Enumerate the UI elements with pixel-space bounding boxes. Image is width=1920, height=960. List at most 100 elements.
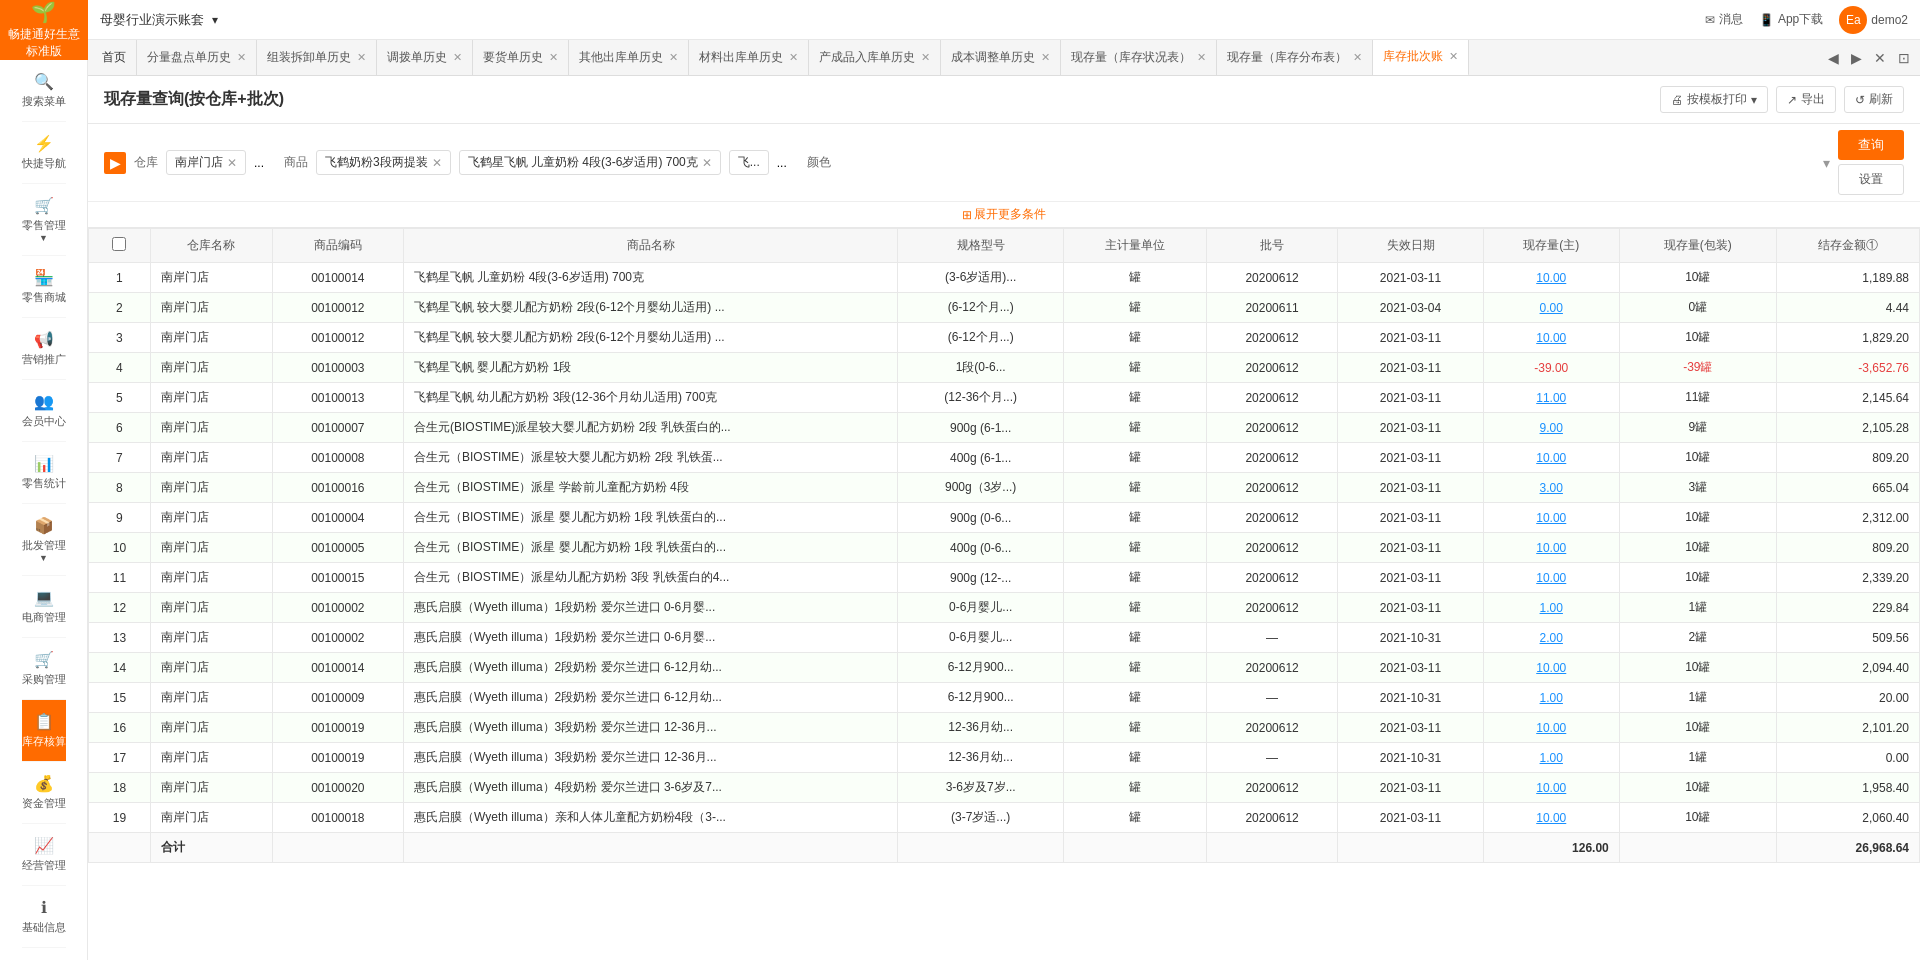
cell-qty-main-6[interactable]: 10.00 <box>1483 443 1619 473</box>
tab-5[interactable]: 其他出库单历史✕ <box>569 40 689 76</box>
cell-batch-8: 20200612 <box>1206 503 1337 533</box>
sidebar-item-9[interactable]: 🛒采购管理 <box>22 638 66 700</box>
sidebar-item-10[interactable]: 📋库存核算 <box>22 700 66 762</box>
tab-close-all[interactable]: ✕ <box>1868 50 1892 66</box>
print-button[interactable]: 🖨 按模板打印 ▾ <box>1660 86 1768 113</box>
sidebar-item-13[interactable]: ℹ基础信息 <box>22 886 66 948</box>
query-button[interactable]: 查询 <box>1838 130 1904 160</box>
tab-7[interactable]: 产成品入库单历史✕ <box>809 40 941 76</box>
cell-batch-0: 20200612 <box>1206 263 1337 293</box>
tab-close-8[interactable]: ✕ <box>1041 51 1050 64</box>
product-tag-2-close[interactable]: ✕ <box>702 156 712 170</box>
sidebar-icon-11: 💰 <box>34 774 54 793</box>
cell-qty-main-13[interactable]: 10.00 <box>1483 653 1619 683</box>
tab-close-2[interactable]: ✕ <box>357 51 366 64</box>
cell-qty-main-14[interactable]: 1.00 <box>1483 683 1619 713</box>
sidebar-item-3[interactable]: 🏪零售商城 <box>22 256 66 318</box>
cell-qty-main-4[interactable]: 11.00 <box>1483 383 1619 413</box>
tab-4[interactable]: 要货单历史 ✕ <box>473 40 569 76</box>
tab-close-10[interactable]: ✕ <box>1353 51 1362 64</box>
tab-more[interactable]: ⊡ <box>1892 50 1916 66</box>
tab-close-9[interactable]: ✕ <box>1197 51 1206 64</box>
tab-10[interactable]: 现存量（库存分布表）✕ <box>1217 40 1373 76</box>
app-download-btn[interactable]: 📱 App下载 <box>1759 11 1823 28</box>
cell-batch-4: 20200612 <box>1206 383 1337 413</box>
select-all-checkbox[interactable] <box>112 237 126 251</box>
cell-amount-4: 2,145.64 <box>1776 383 1919 413</box>
cell-qty-main-12[interactable]: 2.00 <box>1483 623 1619 653</box>
sidebar-item-4[interactable]: 📢营销推广 <box>22 318 66 380</box>
tab-close-6[interactable]: ✕ <box>789 51 798 64</box>
cell-qty-main-17[interactable]: 10.00 <box>1483 773 1619 803</box>
product-tag-1-close[interactable]: ✕ <box>432 156 442 170</box>
cell-no-11: 12 <box>89 593 151 623</box>
expand-btn[interactable]: ⊞ 展开更多条件 <box>962 206 1046 223</box>
tab-11[interactable]: 库存批次账✕ <box>1373 40 1469 76</box>
cell-qty-main-0[interactable]: 10.00 <box>1483 263 1619 293</box>
cell-qty-main-16[interactable]: 1.00 <box>1483 743 1619 773</box>
product-more[interactable]: ... <box>777 156 787 170</box>
tab-scroll-left[interactable]: ◀ <box>1822 50 1845 66</box>
refresh-button[interactable]: ↺ 刷新 <box>1844 86 1904 113</box>
tab-label-4: 要货单历史 <box>483 49 543 66</box>
cell-qty-main-15[interactable]: 10.00 <box>1483 713 1619 743</box>
sidebar-item-2[interactable]: 🛒零售管理▼ <box>22 184 66 256</box>
tab-0[interactable]: 首页 <box>92 40 137 76</box>
sidebar-item-1[interactable]: ⚡快捷导航 <box>22 122 66 184</box>
sidebar-item-12[interactable]: 📈经营管理 <box>22 824 66 886</box>
cell-no-18: 19 <box>89 803 151 833</box>
tab-8[interactable]: 成本调整单历史✕ <box>941 40 1061 76</box>
sidebar-item-11[interactable]: 💰资金管理 <box>22 762 66 824</box>
cell-qty-main-18[interactable]: 10.00 <box>1483 803 1619 833</box>
sidebar-item-6[interactable]: 📊零售统计 <box>22 442 66 504</box>
product-tag-1[interactable]: 飞鹤奶粉3段两提装 ✕ <box>316 150 451 175</box>
tab-close-4[interactable]: ✕ <box>549 51 558 64</box>
message-btn[interactable]: ✉ 消息 <box>1705 11 1743 28</box>
sidebar-item-0[interactable]: 🔍搜索菜单 <box>22 60 66 122</box>
tab-2[interactable]: 组装拆卸单历史✕ <box>257 40 377 76</box>
sidebar-item-5[interactable]: 👥会员中心 <box>22 380 66 442</box>
cell-qty-main-2[interactable]: 10.00 <box>1483 323 1619 353</box>
tab-close-1[interactable]: ✕ <box>237 51 246 64</box>
cell-name-18: 惠氏启膜（Wyeth illuma）亲和人体儿童配方奶粉4段（3-... <box>404 803 898 833</box>
cell-qty-main-9[interactable]: 10.00 <box>1483 533 1619 563</box>
cell-name-2: 飞鹤星飞帆 较大婴儿配方奶粉 2段(6-12个月婴幼儿适用) ... <box>404 323 898 353</box>
table-row: 16 南岸门店 00100019 惠氏启膜（Wyeth illuma）3段奶粉 … <box>89 713 1920 743</box>
cell-qty-main-11[interactable]: 1.00 <box>1483 593 1619 623</box>
tab-close-7[interactable]: ✕ <box>921 51 930 64</box>
warehouse-tag-close[interactable]: ✕ <box>227 156 237 170</box>
sidebar-item-14[interactable]: ⚙系统管理 <box>22 948 66 960</box>
cell-qty-main-5[interactable]: 9.00 <box>1483 413 1619 443</box>
tab-close-5[interactable]: ✕ <box>669 51 678 64</box>
cell-unit-2: 罐 <box>1063 323 1206 353</box>
cell-unit-17: 罐 <box>1063 773 1206 803</box>
cell-no-12: 13 <box>89 623 151 653</box>
tab-close-11[interactable]: ✕ <box>1449 50 1458 63</box>
account-dropdown[interactable]: ▾ <box>212 13 218 27</box>
warehouse-filter-tag[interactable]: 南岸门店 ✕ <box>166 150 246 175</box>
sidebar-item-8[interactable]: 💻电商管理 <box>22 576 66 638</box>
tab-6[interactable]: 材料出库单历史✕ <box>689 40 809 76</box>
table-row: 1 南岸门店 00100014 飞鹤星飞帆 儿童奶粉 4段(3-6岁适用) 70… <box>89 263 1920 293</box>
tab-1[interactable]: 分量盘点单历史✕ <box>137 40 257 76</box>
export-button[interactable]: ↗ 导出 <box>1776 86 1836 113</box>
sidebar-item-7[interactable]: 📦批发管理▼ <box>22 504 66 576</box>
cell-batch-7: 20200612 <box>1206 473 1337 503</box>
cell-qty-main-1[interactable]: 0.00 <box>1483 293 1619 323</box>
cell-qty-main-8[interactable]: 10.00 <box>1483 503 1619 533</box>
expand-filter-btn[interactable]: ▶ <box>104 152 126 174</box>
tab-3[interactable]: 调拨单历史✕ <box>377 40 473 76</box>
col-qty-pkg: 现存量(包装) <box>1619 229 1776 263</box>
product-tag-3[interactable]: 飞... <box>729 150 769 175</box>
user-menu[interactable]: Ea demo2 <box>1839 6 1908 34</box>
tab-scroll-right[interactable]: ▶ <box>1845 50 1868 66</box>
cell-qty-main-10[interactable]: 10.00 <box>1483 563 1619 593</box>
sidebar-icon-1: ⚡ <box>34 134 54 153</box>
cell-qty-main-7[interactable]: 3.00 <box>1483 473 1619 503</box>
setting-button[interactable]: 设置 <box>1838 164 1904 195</box>
tab-close-3[interactable]: ✕ <box>453 51 462 64</box>
product-tag-2[interactable]: 飞鹤星飞帆 儿童奶粉 4段(3-6岁适用) 700克 ✕ <box>459 150 721 175</box>
color-dropdown-icon[interactable]: ▾ <box>1823 155 1830 171</box>
tab-9[interactable]: 现存量（库存状况表）✕ <box>1061 40 1217 76</box>
warehouse-more[interactable]: ... <box>254 156 264 170</box>
